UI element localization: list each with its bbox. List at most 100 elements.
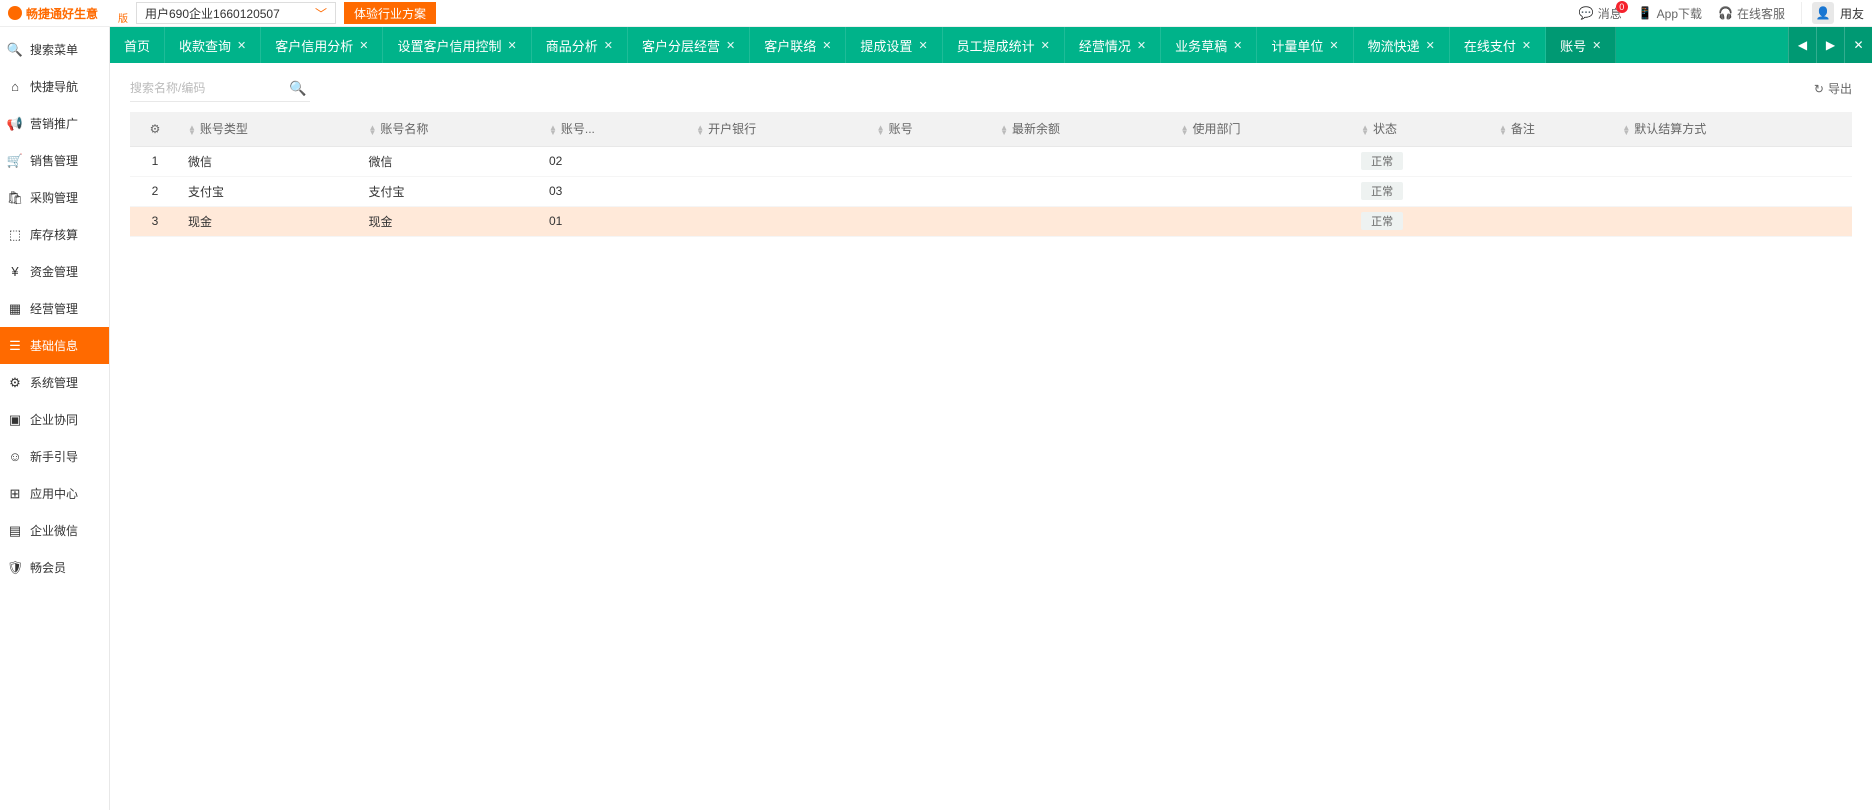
- col-code[interactable]: ▲▼账号...: [541, 112, 688, 146]
- col-settings[interactable]: ⚙: [130, 112, 180, 146]
- close-icon[interactable]: ✕: [1137, 39, 1146, 52]
- message-icon: 💬: [1579, 6, 1594, 20]
- sidebar-item-operations[interactable]: ▦经营管理: [0, 290, 109, 327]
- cell-bank: [688, 146, 868, 176]
- col-number[interactable]: ▲▼账号: [869, 112, 992, 146]
- sidebar-item-wechat-work[interactable]: ▤企业微信: [0, 512, 109, 549]
- col-default-settle[interactable]: ▲▼默认结算方式: [1614, 112, 1852, 146]
- tab[interactable]: 提成设置✕: [846, 27, 942, 63]
- tab[interactable]: 商品分析✕: [532, 27, 628, 63]
- content: 首页收款查询✕客户信用分析✕设置客户信用控制✕商品分析✕客户分层经营✕客户联络✕…: [110, 27, 1872, 810]
- tab[interactable]: 业务草稿✕: [1161, 27, 1257, 63]
- tab-close-all[interactable]: ✕: [1844, 27, 1872, 63]
- caret-right-icon: ▶: [1826, 38, 1835, 52]
- app-download-link[interactable]: 📱 App下载: [1638, 5, 1702, 22]
- cell-type: 支付宝: [180, 176, 360, 206]
- tab[interactable]: 员工提成统计✕: [943, 27, 1065, 63]
- online-service-link[interactable]: 🎧 在线客服: [1718, 5, 1785, 22]
- sidebar-item-apps[interactable]: ⊞应用中心: [0, 475, 109, 512]
- sidebar-item-system[interactable]: ⚙系统管理: [0, 364, 109, 401]
- caret-left-icon: ◀: [1798, 38, 1807, 52]
- col-status[interactable]: ▲▼状态: [1353, 112, 1491, 146]
- cell-name: 现金: [360, 206, 540, 236]
- close-icon[interactable]: ✕: [1522, 39, 1531, 52]
- tab-scroll-right[interactable]: ▶: [1816, 27, 1844, 63]
- tab[interactable]: 经营情况✕: [1065, 27, 1161, 63]
- tab[interactable]: 首页: [110, 27, 165, 63]
- tab[interactable]: 收款查询✕: [165, 27, 261, 63]
- cell-type: 微信: [180, 146, 360, 176]
- close-icon[interactable]: ✕: [1329, 39, 1338, 52]
- sidebar-item-inventory[interactable]: ⬚库存核算: [0, 216, 109, 253]
- tab[interactable]: 设置客户信用控制✕: [383, 27, 531, 63]
- cell-number: [869, 206, 992, 236]
- guide-icon: ☺: [8, 449, 22, 464]
- user-name: 用友: [1840, 5, 1864, 22]
- close-icon[interactable]: ✕: [726, 39, 735, 52]
- app-download-label: App下载: [1657, 5, 1702, 22]
- col-bank[interactable]: ▲▼开户银行: [688, 112, 868, 146]
- export-button[interactable]: ↻ 导出: [1814, 80, 1852, 97]
- sort-icon: ▲▼: [1499, 125, 1507, 135]
- sidebar-item-search-menu[interactable]: 🔍搜索菜单: [0, 31, 109, 68]
- col-name[interactable]: ▲▼账号名称: [360, 112, 540, 146]
- tab-scroll: 首页收款查询✕客户信用分析✕设置客户信用控制✕商品分析✕客户分层经营✕客户联络✕…: [110, 27, 1788, 63]
- table-row[interactable]: 2支付宝支付宝03正常: [130, 176, 1852, 206]
- message-count-badge: 0: [1616, 1, 1628, 13]
- sidebar-item-member[interactable]: 🛡畅会员: [0, 549, 109, 586]
- logo: 畅捷通好生意: [8, 5, 118, 22]
- close-icon[interactable]: ✕: [237, 39, 246, 52]
- messages-link[interactable]: 💬 消息 0: [1579, 5, 1622, 22]
- close-icon[interactable]: ✕: [1233, 39, 1242, 52]
- close-icon[interactable]: ✕: [1426, 39, 1435, 52]
- sidebar-item-quick-nav[interactable]: ⌂快捷导航: [0, 68, 109, 105]
- close-icon[interactable]: ✕: [508, 39, 517, 52]
- tab[interactable]: 客户分层经营✕: [628, 27, 750, 63]
- tab-scroll-left[interactable]: ◀: [1788, 27, 1816, 63]
- search-wrap: 🔍: [130, 75, 310, 102]
- sidebar-item-marketing[interactable]: 📢营销推广: [0, 105, 109, 142]
- tab[interactable]: 账号✕: [1546, 27, 1616, 63]
- sidebar-item-collaboration[interactable]: ▣企业协同: [0, 401, 109, 438]
- close-icon[interactable]: ✕: [822, 39, 831, 52]
- search-icon[interactable]: 🔍: [285, 80, 310, 97]
- top-bar: 畅捷通好生意 版 用户690企业1660120507 ﹀ 体验行业方案 💬 消息…: [0, 0, 1872, 27]
- sidebar-item-sales[interactable]: 🛒销售管理: [0, 142, 109, 179]
- tab[interactable]: 物流快递✕: [1354, 27, 1450, 63]
- sidebar-item-guide[interactable]: ☺新手引导: [0, 438, 109, 475]
- close-icon[interactable]: ✕: [1041, 39, 1050, 52]
- tab[interactable]: 客户联络✕: [750, 27, 846, 63]
- sidebar-item-funds[interactable]: ¥资金管理: [0, 253, 109, 290]
- close-icon[interactable]: ✕: [359, 39, 368, 52]
- table-header-row: ⚙ ▲▼账号类型 ▲▼账号名称 ▲▼账号... ▲▼开户银行 ▲▼账号 ▲▼最新…: [130, 112, 1852, 146]
- close-icon[interactable]: ✕: [604, 39, 613, 52]
- sort-icon: ▲▼: [1622, 125, 1630, 135]
- user-menu[interactable]: 👤 用友: [1801, 2, 1864, 24]
- try-industry-button[interactable]: 体验行业方案: [344, 2, 436, 24]
- close-icon[interactable]: ✕: [1592, 39, 1601, 52]
- tab-label: 首页: [124, 36, 150, 55]
- cell-default-settle: [1614, 176, 1852, 206]
- tab[interactable]: 在线支付✕: [1450, 27, 1546, 63]
- status-badge: 正常: [1361, 212, 1403, 230]
- tenant-select[interactable]: 用户690企业1660120507 ﹀: [136, 2, 336, 24]
- col-remark[interactable]: ▲▼备注: [1491, 112, 1614, 146]
- cell-code: 01: [541, 206, 688, 236]
- cell-name: 微信: [360, 146, 540, 176]
- close-icon[interactable]: ✕: [918, 39, 927, 52]
- cell-bank: [688, 176, 868, 206]
- tab[interactable]: 计量单位✕: [1257, 27, 1353, 63]
- table-row[interactable]: 1微信微信02正常: [130, 146, 1852, 176]
- col-type[interactable]: ▲▼账号类型: [180, 112, 360, 146]
- cell-balance: [992, 146, 1172, 176]
- sidebar-item-purchase[interactable]: 🛍采购管理: [0, 179, 109, 216]
- sidebar-item-basic-info[interactable]: ☰基础信息: [0, 327, 109, 364]
- search-input[interactable]: [130, 75, 285, 101]
- cell-number: [869, 176, 992, 206]
- col-department[interactable]: ▲▼使用部门: [1173, 112, 1353, 146]
- sidebar-item-label: 经营管理: [30, 300, 78, 317]
- table-row[interactable]: 3现金现金01正常: [130, 206, 1852, 236]
- col-balance[interactable]: ▲▼最新余额: [992, 112, 1172, 146]
- sort-icon: ▲▼: [1181, 125, 1189, 135]
- tab[interactable]: 客户信用分析✕: [261, 27, 383, 63]
